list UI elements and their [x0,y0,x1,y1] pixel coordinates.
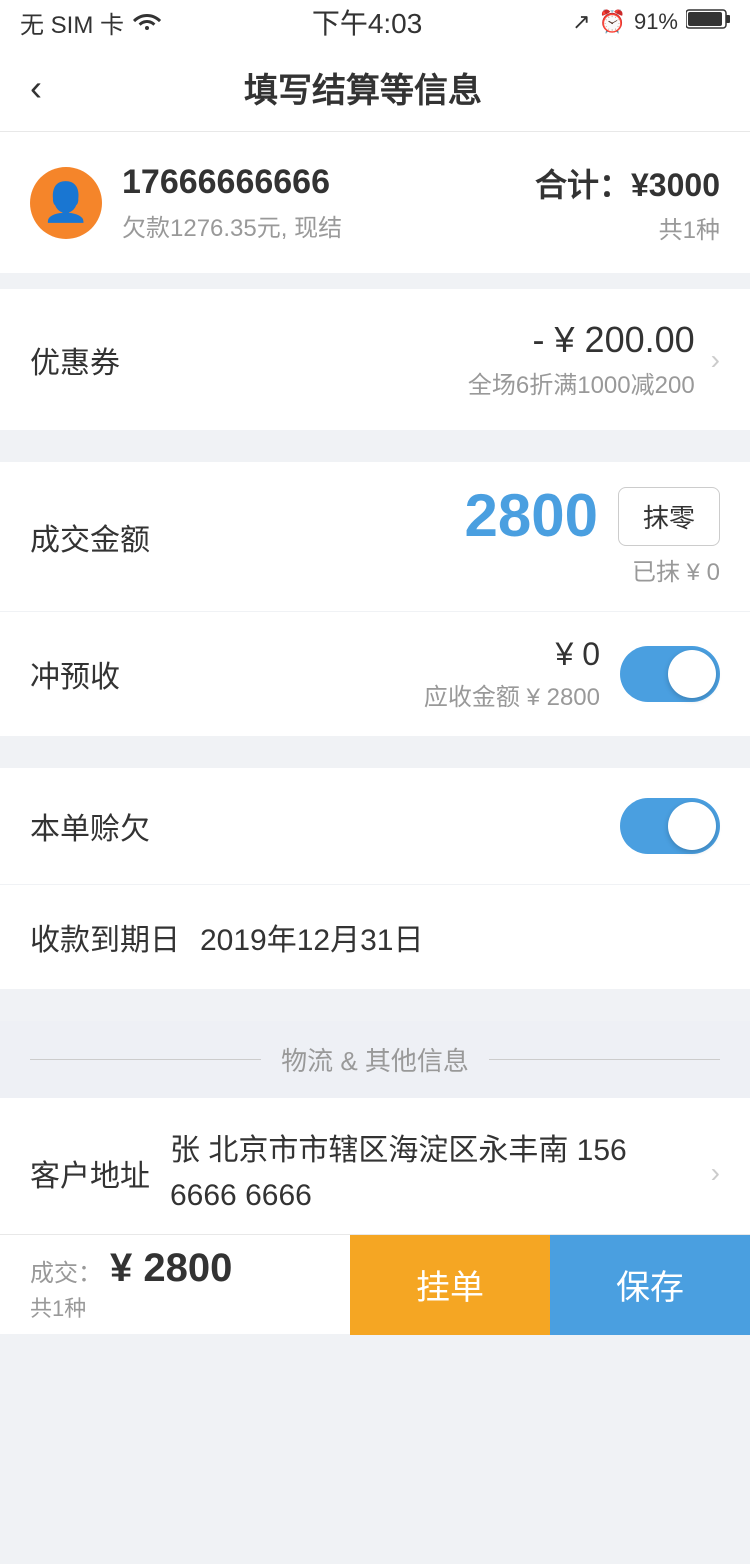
footer-label-row: 成交： ¥ 2800 [30,1246,320,1291]
avatar-icon: 👤 [42,181,89,225]
total-amount: 合计：¥3000 [535,160,720,206]
pending-button[interactable]: 挂单 [350,1235,550,1335]
debt-toggle-knob [668,802,716,850]
divider-3 [0,1005,750,1021]
logistics-separator: 物流 & 其他信息 [0,1021,750,1098]
debt-label: 本单赊欠 [30,804,620,848]
address-value: 张 北京市市辖区海淀区永丰南 156 6666 6666 [170,1128,695,1218]
status-time: 下午4:03 [312,2,423,42]
footer-amount: ¥ 2800 [110,1246,232,1291]
transaction-section: 成交金额 2800 抹零 已抹 ¥ 0 冲预收 ¥ 0 应收金额 ¥ 2800 [0,462,750,736]
divider-2 [0,752,750,768]
location-icon: ↗ [572,9,590,35]
transaction-label: 成交金额 [30,515,465,559]
prepayment-toggle[interactable] [620,646,720,702]
status-bar: 无 SIM 卡 下午4:03 ↗ ⏰ 91% [0,0,750,44]
sep-line-right [489,1059,720,1060]
user-info-section: 👤 17666666666 欠款1276.35元, 现结 合计：¥3000 共1… [0,132,750,273]
coupon-desc: 全场6折满1000减200 [468,365,695,400]
chevron-right-icon: › [711,344,720,376]
signal-text: 无 SIM 卡 [20,5,124,40]
battery-icon [686,8,730,36]
divider-1 [0,446,750,462]
address-label: 客户地址 [30,1151,150,1195]
coupon-value: - ¥ 200.00 全场6折满1000减200 [150,319,695,400]
transaction-amount: 2800 [465,486,598,546]
prepayment-amount: ¥ 0 [556,636,600,673]
user-info-right: 合计：¥3000 共1种 [535,160,720,245]
logistics-label: 物流 & 其他信息 [261,1041,489,1078]
footer-info: 成交： ¥ 2800 共1种 [0,1246,350,1323]
due-date-row: 收款到期日 2019年12月31日 [0,884,750,989]
transaction-row: 成交金额 2800 抹零 已抹 ¥ 0 [0,462,750,612]
wifi-icon [132,8,162,37]
save-button[interactable]: 保存 [550,1235,750,1335]
alarm-icon: ⏰ [599,9,626,35]
footer-transaction-label: 成交： [30,1253,102,1288]
user-phone: 17666666666 [122,163,535,202]
round-button[interactable]: 抹零 [618,487,720,546]
user-info-left: 17666666666 欠款1276.35元, 现结 [122,163,535,243]
coupon-section: 优惠券 - ¥ 200.00 全场6折满1000减200 › [0,289,750,430]
prepayment-sub: 应收金额 ¥ 2800 [424,677,600,712]
debt-toggle[interactable] [620,798,720,854]
due-date-label: 收款到期日 [30,915,180,959]
coupon-row[interactable]: 优惠券 - ¥ 200.00 全场6折满1000减200 › [0,289,750,430]
footer-count: 共1种 [30,1291,320,1323]
debt-section: 本单赊欠 收款到期日 2019年12月31日 [0,768,750,989]
coupon-amount: - ¥ 200.00 [533,319,695,361]
battery-text: 91% [634,9,678,35]
due-date-value: 2019年12月31日 [200,915,423,959]
transaction-sub: 已抹 ¥ 0 [632,552,720,587]
back-button[interactable]: ‹ [30,67,62,109]
prepayment-row: 冲预收 ¥ 0 应收金额 ¥ 2800 [0,612,750,736]
status-left: 无 SIM 卡 [20,5,162,40]
total-count: 共1种 [535,210,720,245]
prepayment-right: ¥ 0 应收金额 ¥ 2800 [424,636,600,712]
status-right: ↗ ⏰ 91% [572,8,730,36]
address-row[interactable]: 客户地址 张 北京市市辖区海淀区永丰南 156 6666 6666 › [0,1098,750,1248]
toggle-knob [668,650,716,698]
coupon-label: 优惠券 [30,338,150,382]
user-debt: 欠款1276.35元, 现结 [122,208,535,243]
avatar: 👤 [30,167,102,239]
nav-bar: ‹ 填写结算等信息 [0,44,750,132]
sep-line-left [30,1059,261,1060]
page-title: 填写结算等信息 [62,63,664,112]
footer: 成交： ¥ 2800 共1种 挂单 保存 [0,1234,750,1334]
address-chevron-icon: › [711,1157,720,1189]
prepayment-label: 冲预收 [30,652,424,696]
debt-row: 本单赊欠 [0,768,750,884]
